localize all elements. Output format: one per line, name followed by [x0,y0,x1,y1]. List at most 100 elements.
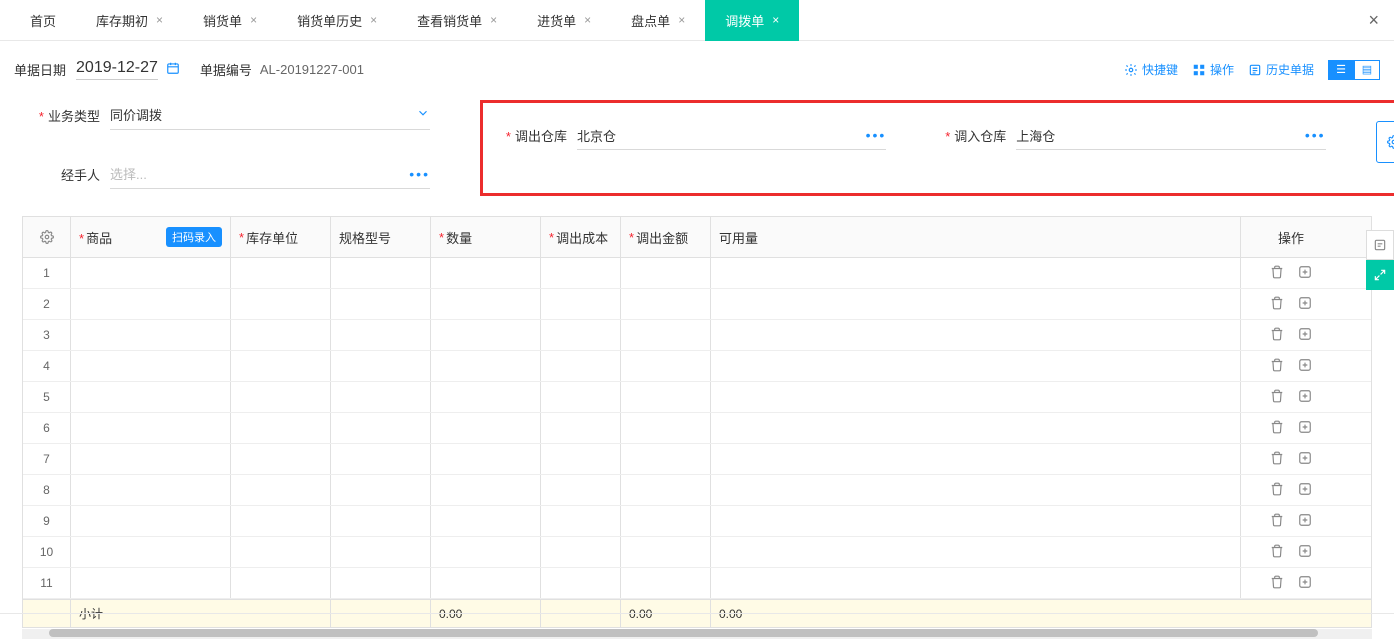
row-number: 3 [23,320,71,350]
table-row[interactable]: 11 [23,568,1371,599]
delete-row-icon[interactable] [1270,451,1284,468]
doc-date-label: 单据日期 [14,60,66,79]
doc-num-value: AL-20191227-001 [260,62,364,77]
delete-row-icon[interactable] [1270,420,1284,437]
th-ops: 操作 [1241,217,1341,257]
table-settings-icon[interactable] [23,217,71,257]
close-icon[interactable]: × [772,13,779,27]
expand-button[interactable] [1366,260,1394,290]
th-product: *商品扫码录入 [71,217,231,257]
tab-home[interactable]: 首页 [10,0,76,41]
th-unit: *库存单位 [231,217,331,257]
row-number: 7 [23,444,71,474]
add-row-icon[interactable] [1298,482,1312,499]
tab-inventory-initial[interactable]: 库存期初× [76,0,183,41]
delete-row-icon[interactable] [1270,265,1284,282]
in-warehouse-field: *调入仓库 ••• [936,121,1325,150]
tab-transfer-order[interactable]: 调拨单× [705,0,799,41]
table-row[interactable]: 9 [23,506,1371,537]
doc-date-value[interactable]: 2019-12-27 [76,59,158,80]
add-row-icon[interactable] [1298,389,1312,406]
tabs-bar: 首页 库存期初× 销货单× 销货单历史× 查看销货单× 进货单× 盘点单× 调拨… [0,0,1394,41]
row-number: 11 [23,568,71,598]
add-row-icon[interactable] [1298,327,1312,344]
row-number: 5 [23,382,71,412]
out-warehouse-field: *调出仓库 ••• [497,121,886,150]
th-avail: 可用量 [711,217,1241,257]
out-warehouse-input[interactable]: ••• [577,121,886,150]
table-row[interactable]: 5 [23,382,1371,413]
close-icon[interactable]: × [678,13,685,27]
history-link[interactable]: 历史单据 [1248,61,1314,78]
table-row[interactable]: 10 [23,537,1371,568]
settings-button[interactable]: 设置 [1376,121,1394,163]
layout-list-button[interactable]: ☰ [1328,60,1354,80]
close-icon[interactable]: × [156,13,163,27]
tab-sales-order[interactable]: 销货单× [183,0,277,41]
delete-row-icon[interactable] [1270,358,1284,375]
global-close-icon[interactable]: × [1353,10,1394,31]
add-row-icon[interactable] [1298,513,1312,530]
biz-type-input[interactable] [110,100,430,130]
tab-view-sales[interactable]: 查看销货单× [397,0,517,41]
row-number: 2 [23,289,71,319]
th-amount: *调出金额 [621,217,711,257]
biz-type-field: *业务类型 [30,100,430,130]
close-icon[interactable]: × [584,13,591,27]
table-row[interactable]: 8 [23,475,1371,506]
shortcut-link[interactable]: 快捷键 [1124,61,1178,78]
in-warehouse-input[interactable]: ••• [1016,121,1325,150]
close-icon[interactable]: × [250,13,257,27]
table-header: *商品扫码录入 *库存单位 规格型号 *数量 *调出成本 *调出金额 可用量 操… [23,217,1371,258]
layout-grid-button[interactable]: ▤ [1354,60,1380,80]
horizontal-scrollbar[interactable] [22,629,1372,639]
scan-badge[interactable]: 扫码录入 [166,227,222,247]
table-body: 1 2 3 4 [23,258,1371,599]
add-row-icon[interactable] [1298,451,1312,468]
more-icon[interactable]: ••• [409,166,430,182]
add-row-icon[interactable] [1298,420,1312,437]
tab-stocktake[interactable]: 盘点单× [611,0,705,41]
table-row[interactable]: 7 [23,444,1371,475]
close-icon[interactable]: × [370,13,377,27]
handler-input[interactable]: ••• [110,160,430,189]
add-row-icon[interactable] [1298,575,1312,592]
chevron-down-icon[interactable] [416,106,430,123]
warehouse-highlight-box: *调出仓库 ••• *调入仓库 ••• 设置 [480,100,1394,196]
delete-row-icon[interactable] [1270,575,1284,592]
delete-row-icon[interactable] [1270,482,1284,499]
add-row-icon[interactable] [1298,544,1312,561]
line-items-table: *商品扫码录入 *库存单位 规格型号 *数量 *调出成本 *调出金额 可用量 操… [22,216,1372,628]
add-row-icon[interactable] [1298,296,1312,313]
doc-num-label: 单据编号 [200,60,252,79]
table-row[interactable]: 1 [23,258,1371,289]
tab-sales-history[interactable]: 销货单历史× [277,0,397,41]
document-header: 单据日期 2019-12-27 单据编号 AL-20191227-001 快捷键… [0,41,1394,90]
close-icon[interactable]: × [490,13,497,27]
delete-row-icon[interactable] [1270,327,1284,344]
table-row[interactable]: 2 [23,289,1371,320]
note-button[interactable] [1366,230,1394,260]
more-icon[interactable]: ••• [866,127,887,143]
delete-row-icon[interactable] [1270,513,1284,530]
th-spec: 规格型号 [331,217,431,257]
add-row-icon[interactable] [1298,358,1312,375]
delete-row-icon[interactable] [1270,389,1284,406]
table-row[interactable]: 4 [23,351,1371,382]
operate-link[interactable]: 操作 [1192,61,1234,78]
calendar-icon[interactable] [166,61,180,78]
table-row[interactable]: 6 [23,413,1371,444]
add-row-icon[interactable] [1298,265,1312,282]
row-number: 1 [23,258,71,288]
delete-row-icon[interactable] [1270,296,1284,313]
form-row: *业务类型 经手人 ••• *调出仓库 ••• *调入仓库 [0,90,1394,196]
layout-toggle: ☰ ▤ [1328,60,1380,80]
delete-row-icon[interactable] [1270,544,1284,561]
tab-purchase-order[interactable]: 进货单× [517,0,611,41]
row-number: 8 [23,475,71,505]
more-icon[interactable]: ••• [1305,127,1326,143]
side-buttons [1366,230,1394,290]
th-cost: *调出成本 [541,217,621,257]
table-row[interactable]: 3 [23,320,1371,351]
row-number: 10 [23,537,71,567]
